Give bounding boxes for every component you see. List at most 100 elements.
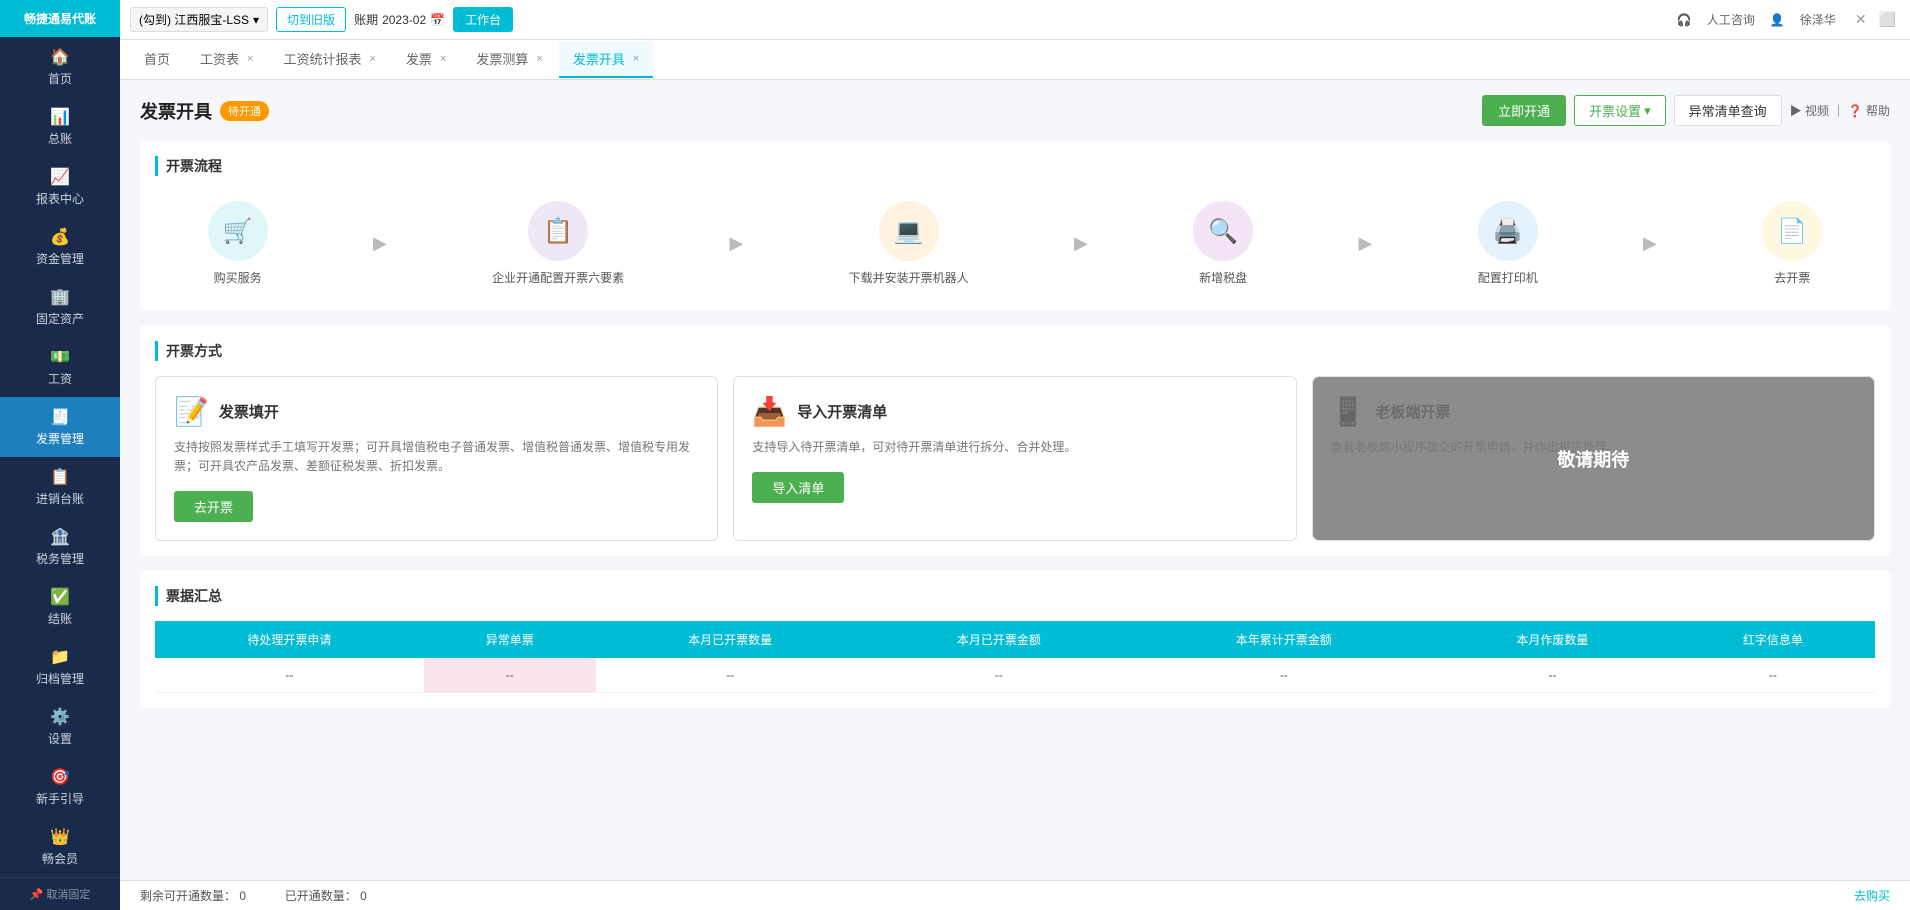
restore-icon[interactable]: ⬜ <box>1875 9 1900 30</box>
summary-col-header-2: 本月已开票数量 <box>596 621 865 658</box>
unpin-label[interactable]: 取消固定 <box>46 889 90 901</box>
flow-step-4: 🖨️ 配置打印机 <box>1478 201 1538 286</box>
customer-service-icon: 🎧 <box>1677 13 1692 27</box>
workspace-button[interactable]: 工作台 <box>453 7 513 32</box>
company-selector[interactable]: (勾到) 江西服宝-LSS ▾ <box>130 7 268 32</box>
flow-step-5: 📄 去开票 <box>1762 201 1822 286</box>
summary-title: 票据汇总 <box>155 586 1875 606</box>
abnormal-query-button[interactable]: 异常清单查询 <box>1674 95 1782 126</box>
sidebar-item-新手引导[interactable]: 🎯 新手引导 <box>0 757 120 817</box>
back-to-old-button[interactable]: 切到旧版 <box>276 7 346 32</box>
sidebar-item-进销台账[interactable]: 📋 进销台账 <box>0 457 120 517</box>
sidebar-icon-7: 📋 <box>50 467 70 487</box>
sidebar-label-9: 结账 <box>48 610 72 627</box>
summary-cell-6: -- <box>1671 658 1875 693</box>
flow-label-2: 下载并安装开票机器人 <box>849 269 969 286</box>
method-card-manual: 📝 发票填开 支持按照发票样式手工填写开发票；可开具增值税电子普通发票、增值税普… <box>155 376 718 541</box>
tab-label-0: 首页 <box>144 49 170 68</box>
flow-circle-1: 📋 <box>528 201 588 261</box>
sidebar-icon-9: ✅ <box>50 587 70 607</box>
tab-close-2[interactable]: × <box>369 53 375 65</box>
sidebar-label-12: 新手引导 <box>36 790 84 807</box>
summary-col-header-5: 本月作废数量 <box>1434 621 1671 658</box>
summary-section: 票据汇总 待处理开票申请异常单票本月已开票数量本月已开票金额本年累计开票金额本月… <box>140 571 1890 708</box>
bottom-info: 剩余可开通数量： 0 已开通数量： 0 <box>140 887 367 904</box>
sidebar-label-11: 设置 <box>48 730 72 747</box>
status-badge: 待开通 <box>220 101 269 121</box>
sidebar-bottom[interactable]: 📌 取消固定 <box>0 877 120 910</box>
method-cards: 📝 发票填开 支持按照发票样式手工填写开发票；可开具增值税电子普通发票、增值税普… <box>155 376 1875 541</box>
tab-发票[interactable]: 发票 × <box>392 41 460 78</box>
flow-arrow-2: ▶ <box>1074 233 1088 254</box>
tab-close-1[interactable]: × <box>247 53 253 65</box>
tab-close-4[interactable]: × <box>536 53 542 65</box>
tab-工资统计报表[interactable]: 工资统计报表× <box>269 41 389 78</box>
header-actions: 立即开通 开票设置 ▾ 异常清单查询 ▶ 视频 ｜ ❓ 帮助 <box>1482 95 1890 126</box>
sidebar-icon-3: 💰 <box>50 227 70 247</box>
tab-label-4: 发票测算 <box>476 49 528 68</box>
method-btn-manual[interactable]: 去开票 <box>174 491 253 522</box>
tab-close-3[interactable]: × <box>440 53 446 65</box>
view-label[interactable]: 视频 <box>1805 104 1829 118</box>
opened-label: 已开通数量： <box>285 889 357 903</box>
summary-table: 待处理开票申请异常单票本月已开票数量本月已开票金额本年累计开票金额本月作废数量红… <box>155 621 1875 693</box>
sidebar-item-设置[interactable]: ⚙️ 设置 <box>0 697 120 757</box>
sidebar-item-首页[interactable]: 🏠 首页 <box>0 37 120 97</box>
flow-section: 开票流程 🛒 购买服务 ▶ 📋 企业开通配置开票六要素 ▶ 💻 下载并安装开票机… <box>140 141 1890 311</box>
sidebar-icon-2: 📈 <box>50 167 70 187</box>
help-label[interactable]: 帮助 <box>1866 104 1890 118</box>
method-desc-1: 支持导入待开票清单，可对待开票清单进行拆分、合并处理。 <box>752 438 1277 457</box>
close-icon[interactable]: ✕ <box>1851 9 1871 30</box>
flow-arrow-3: ▶ <box>1359 233 1373 254</box>
play-icon: ▶ <box>1790 104 1802 118</box>
sidebar-icon-10: 📁 <box>50 647 70 667</box>
pin-icon: 📌 <box>30 889 44 901</box>
flow-step-1: 📋 企业开通配置开票六要素 <box>492 201 624 286</box>
flow-circle-5: 📄 <box>1762 201 1822 261</box>
tab-工资表[interactable]: 工资表 × <box>186 41 267 78</box>
topbar-left: (勾到) 江西服宝-LSS ▾ 切到旧版 账期 2023-02 📅 工作台 <box>130 7 513 32</box>
method-btn-import[interactable]: 导入清单 <box>752 472 844 503</box>
customer-service-label[interactable]: 人工咨询 <box>1707 11 1755 28</box>
period-value: 2023-02 <box>382 13 426 27</box>
method-section: 开票方式 📝 发票填开 支持按照发票样式手工填写开发票；可开具增值税电子普通发票… <box>140 326 1890 556</box>
flow-circle-2: 💻 <box>879 201 939 261</box>
sidebar-item-发票管理[interactable]: 🧾 发票管理 <box>0 397 120 457</box>
immediate-open-button[interactable]: 立即开通 <box>1482 95 1566 126</box>
tab-首页[interactable]: 首页 <box>130 41 184 78</box>
sidebar-item-资金管理[interactable]: 💰 资金管理 <box>0 217 120 277</box>
sidebar-item-税务管理[interactable]: 🏦 税务管理 <box>0 517 120 577</box>
calendar-icon[interactable]: 📅 <box>430 13 445 27</box>
username[interactable]: 徐泽华 <box>1800 11 1836 28</box>
tab-发票测算[interactable]: 发票测算 × <box>462 41 556 78</box>
method-desc-0: 支持按照发票样式手工填写开发票；可开具增值税电子普通发票、增值税普通发票、增值税… <box>174 438 699 476</box>
disabled-overlay-2: 敬请期待 <box>1313 377 1874 540</box>
disabled-text-2: 敬请期待 <box>1557 446 1629 472</box>
sidebar-item-总账[interactable]: 📊 总账 <box>0 97 120 157</box>
tab-close-5[interactable]: × <box>633 53 639 65</box>
page-header: 发票开具 待开通 立即开通 开票设置 ▾ 异常清单查询 ▶ 视频 ｜ ❓ 帮助 <box>140 95 1890 126</box>
flow-title: 开票流程 <box>155 156 1875 176</box>
tab-发票开具[interactable]: 发票开具× <box>559 41 653 78</box>
sidebar-item-归档管理[interactable]: 📁 归档管理 <box>0 637 120 697</box>
flow-label-0: 购买服务 <box>214 269 262 286</box>
sidebar-item-畅会员[interactable]: 👑 畅会员 <box>0 817 120 877</box>
sidebar-item-工资[interactable]: 💵 工资 <box>0 337 120 397</box>
sidebar-icon-4: 🏢 <box>50 287 70 307</box>
company-name: (勾到) 江西服宝-LSS <box>139 11 249 28</box>
sidebar-icon-8: 🏦 <box>50 527 70 547</box>
sidebar-item-结账[interactable]: ✅ 结账 <box>0 577 120 637</box>
ticket-settings-button[interactable]: 开票设置 ▾ <box>1574 95 1666 126</box>
bottom-bar: 剩余可开通数量： 0 已开通数量： 0 去购买 <box>120 880 1910 910</box>
tab-label-3: 发票 <box>406 49 432 68</box>
view-help: ▶ 视频 ｜ ❓ 帮助 <box>1790 102 1890 119</box>
flow-label-1: 企业开通配置开票六要素 <box>492 269 624 286</box>
buy-link[interactable]: 去购买 <box>1854 887 1890 904</box>
sidebar-item-报表中心[interactable]: 📈 报表中心 <box>0 157 120 217</box>
sidebar-icon-1: 📊 <box>50 107 70 127</box>
chevron-down-icon: ▾ <box>1644 103 1651 119</box>
tab-label-1: 工资表 <box>200 49 239 68</box>
sidebar-item-固定资产[interactable]: 🏢 固定资产 <box>0 277 120 337</box>
sidebar-icon-12: 🎯 <box>50 767 70 787</box>
avatar-icon: 👤 <box>1770 13 1785 27</box>
